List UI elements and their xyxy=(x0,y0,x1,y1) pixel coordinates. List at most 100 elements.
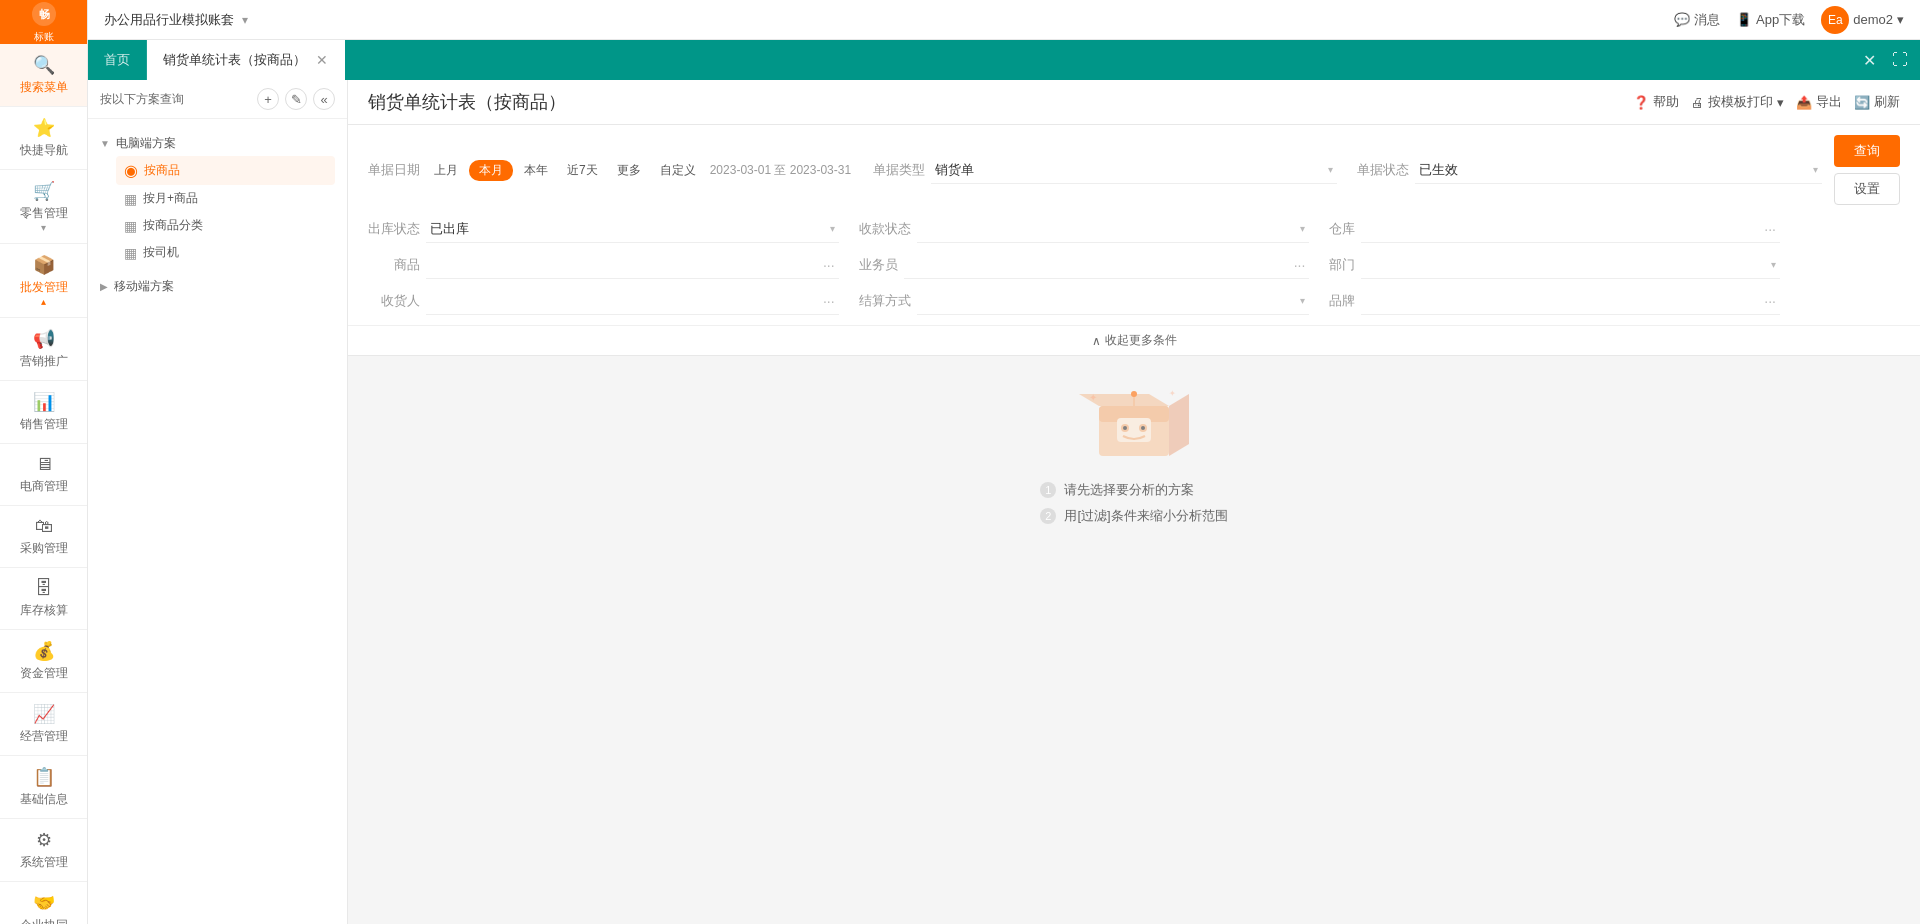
sidebar-item-ecommerce[interactable]: 🖥 电商管理 xyxy=(0,444,87,506)
svg-point-8 xyxy=(1141,426,1145,430)
salesperson-input[interactable]: ··· xyxy=(904,251,1310,279)
tree-section: ▼ 电脑端方案 ◉ 按商品 ▦ 按月+商品 ▦ xyxy=(88,119,347,311)
refresh-label: 刷新 xyxy=(1874,93,1900,111)
tree-group-mobile-header[interactable]: ▶ 移动端方案 xyxy=(100,274,335,299)
sidebar-item-sales-mgr[interactable]: 📊 销售管理 xyxy=(0,381,87,444)
sidebar-item-finance[interactable]: 💰 资金管理 xyxy=(0,630,87,693)
sidebar-item-basic-info[interactable]: 📋 基础信息 xyxy=(0,756,87,819)
salesperson-cell: 业务员 ··· xyxy=(839,251,1310,279)
brand-cell: 品牌 ··· xyxy=(1309,287,1780,315)
brand-label: 品牌 xyxy=(1329,292,1355,310)
query-button[interactable]: 查询 xyxy=(1834,135,1900,167)
by-month-label: 按月+商品 xyxy=(143,190,198,207)
tab-expand-btn[interactable]: ⛶ xyxy=(1888,47,1912,73)
doc-type-select[interactable]: 销货单 ▾ xyxy=(931,156,1338,184)
export-button[interactable]: 📤 导出 xyxy=(1796,93,1842,111)
tab-home[interactable]: 首页 xyxy=(88,40,147,80)
out-status-select[interactable]: 已出库 ▾ xyxy=(426,215,839,243)
date-this-year[interactable]: 本年 xyxy=(516,160,556,181)
tree-item-by-category[interactable]: ▦ 按商品分类 xyxy=(116,212,335,239)
payment-method-cell: 结算方式 ▾ xyxy=(839,287,1310,315)
sidebar-item-purchase[interactable]: 🛍 采购管理 xyxy=(0,506,87,568)
date-custom[interactable]: 自定义 xyxy=(652,160,704,181)
print-button[interactable]: 🖨 按模板打印 ▾ xyxy=(1691,93,1784,111)
svg-point-10 xyxy=(1131,391,1137,397)
sidebar-item-retail[interactable]: 🛒 零售管理 ▾ xyxy=(0,170,87,244)
sidebar-item-label: 批发管理 xyxy=(20,279,68,296)
collapse-arrow: ∧ xyxy=(1092,334,1101,348)
collapse-row: ∧ 收起更多条件 xyxy=(348,325,1920,355)
retail-arrow: ▾ xyxy=(41,222,46,233)
empty-illustration: ✦ ✦ xyxy=(1069,356,1199,469)
product-dots[interactable]: ··· xyxy=(823,257,835,273)
sidebar-item-inventory[interactable]: 🗄 库存核算 xyxy=(0,568,87,630)
message-icon: 💬 xyxy=(1674,12,1690,27)
brand-input[interactable]: ··· xyxy=(1361,287,1780,315)
sidebar-item-label: 零售管理 xyxy=(20,205,68,222)
empty-svg: ✦ ✦ xyxy=(1069,356,1199,466)
tab-close-btn[interactable]: ✕ xyxy=(1859,47,1880,74)
tree-item-by-month-product[interactable]: ▦ 按月+商品 xyxy=(116,185,335,212)
help-button[interactable]: ❓ 帮助 xyxy=(1633,93,1679,111)
department-select[interactable]: ▾ xyxy=(1361,251,1780,279)
search-icon: 🔍 xyxy=(33,54,55,76)
warehouse-dots[interactable]: ··· xyxy=(1764,221,1776,237)
app-download-label: App下载 xyxy=(1756,11,1805,29)
tree-group-mobile: ▶ 移动端方案 xyxy=(88,270,347,303)
topbar-dropdown-arrow[interactable]: ▾ xyxy=(242,13,248,27)
sidebar-item-operations[interactable]: 📈 经营管理 xyxy=(0,693,87,756)
sidebar-item-wholesale[interactable]: 📦 批发管理 ▴ xyxy=(0,244,87,318)
sidebar-item-quick-nav[interactable]: ⭐ 快捷导航 xyxy=(0,107,87,170)
date-more[interactable]: 更多 xyxy=(609,160,649,181)
by-category-label: 按商品分类 xyxy=(143,217,203,234)
tree-group-desktop-header[interactable]: ▼ 电脑端方案 xyxy=(100,131,335,156)
by-product-icon: ◉ xyxy=(124,161,138,180)
sidebar-item-system[interactable]: ⚙ 系统管理 xyxy=(0,819,87,882)
add-scheme-btn[interactable]: + xyxy=(257,88,279,110)
tab-sales-stat[interactable]: 销货单统计表（按商品） ✕ xyxy=(147,40,345,80)
payment-status-select[interactable]: ▾ xyxy=(917,215,1310,243)
collapse-panel-btn[interactable]: « xyxy=(313,88,335,110)
doc-status-select[interactable]: 已生效 ▾ xyxy=(1415,156,1822,184)
sidebar-item-label: 销售管理 xyxy=(20,416,68,433)
sidebar-item-search[interactable]: 🔍 搜索菜单 xyxy=(0,44,87,107)
topbar-right: 💬 消息 📱 App下载 Ea demo2 ▾ xyxy=(1674,6,1904,34)
date-7days[interactable]: 近7天 xyxy=(559,160,606,181)
setting-button[interactable]: 设置 xyxy=(1834,173,1900,205)
refresh-button[interactable]: 🔄 刷新 xyxy=(1854,93,1900,111)
message-button[interactable]: 💬 消息 xyxy=(1674,11,1720,29)
tab-home-label: 首页 xyxy=(104,51,130,69)
payment-status-label: 收款状态 xyxy=(859,220,911,238)
date-this-month[interactable]: 本月 xyxy=(469,160,513,181)
payment-method-select[interactable]: ▾ xyxy=(917,287,1310,315)
sidebar-item-marketing[interactable]: 📢 营销推广 xyxy=(0,318,87,381)
page-actions: ❓ 帮助 🖨 按模板打印 ▾ 📤 导出 🔄 xyxy=(1633,93,1900,111)
doc-type-cell: 单据类型 销货单 ▾ xyxy=(853,156,1338,184)
sidebar-item-enterprise[interactable]: 🤝 企业协同 xyxy=(0,882,87,924)
brand-dots[interactable]: ··· xyxy=(1764,293,1776,309)
tree-item-by-printer[interactable]: ▦ 按司机 xyxy=(116,239,335,266)
user-dropdown-arrow: ▾ xyxy=(1897,12,1904,27)
date-last-month[interactable]: 上月 xyxy=(426,160,466,181)
edit-scheme-btn[interactable]: ✎ xyxy=(285,88,307,110)
collapse-label: 收起更多条件 xyxy=(1105,332,1177,349)
salesperson-dots[interactable]: ··· xyxy=(1294,257,1306,273)
right-panel: 销货单统计表（按商品） ❓ 帮助 🖨 按模板打印 ▾ 📤 xyxy=(348,80,1920,924)
product-input[interactable]: ··· xyxy=(426,251,839,279)
tree-group-desktop: ▼ 电脑端方案 ◉ 按商品 ▦ 按月+商品 ▦ xyxy=(88,127,347,270)
tab-close-icon[interactable]: ✕ xyxy=(316,52,328,68)
help-icon: ❓ xyxy=(1633,95,1649,110)
sidebar-item-label: 采购管理 xyxy=(20,540,68,557)
collapse-button[interactable]: ∧ 收起更多条件 xyxy=(1092,332,1177,349)
empty-step-2: 2 用[过滤]条件来缩小分析范围 xyxy=(1040,507,1227,525)
warehouse-input[interactable]: ··· xyxy=(1361,215,1780,243)
empty-text: 1 请先选择要分析的方案 2 用[过滤]条件来缩小分析范围 xyxy=(1040,481,1227,525)
left-panel-actions: + ✎ « xyxy=(257,88,335,110)
app-download-button[interactable]: 📱 App下载 xyxy=(1736,11,1805,29)
tree-item-by-product[interactable]: ◉ 按商品 xyxy=(116,156,335,185)
print-label: 按模板打印 xyxy=(1708,93,1773,111)
receiver-dots[interactable]: ··· xyxy=(823,293,835,309)
doc-status-cell: 单据状态 已生效 ▾ xyxy=(1337,156,1822,184)
user-menu[interactable]: Ea demo2 ▾ xyxy=(1821,6,1904,34)
receiver-input[interactable]: ··· xyxy=(426,287,839,315)
